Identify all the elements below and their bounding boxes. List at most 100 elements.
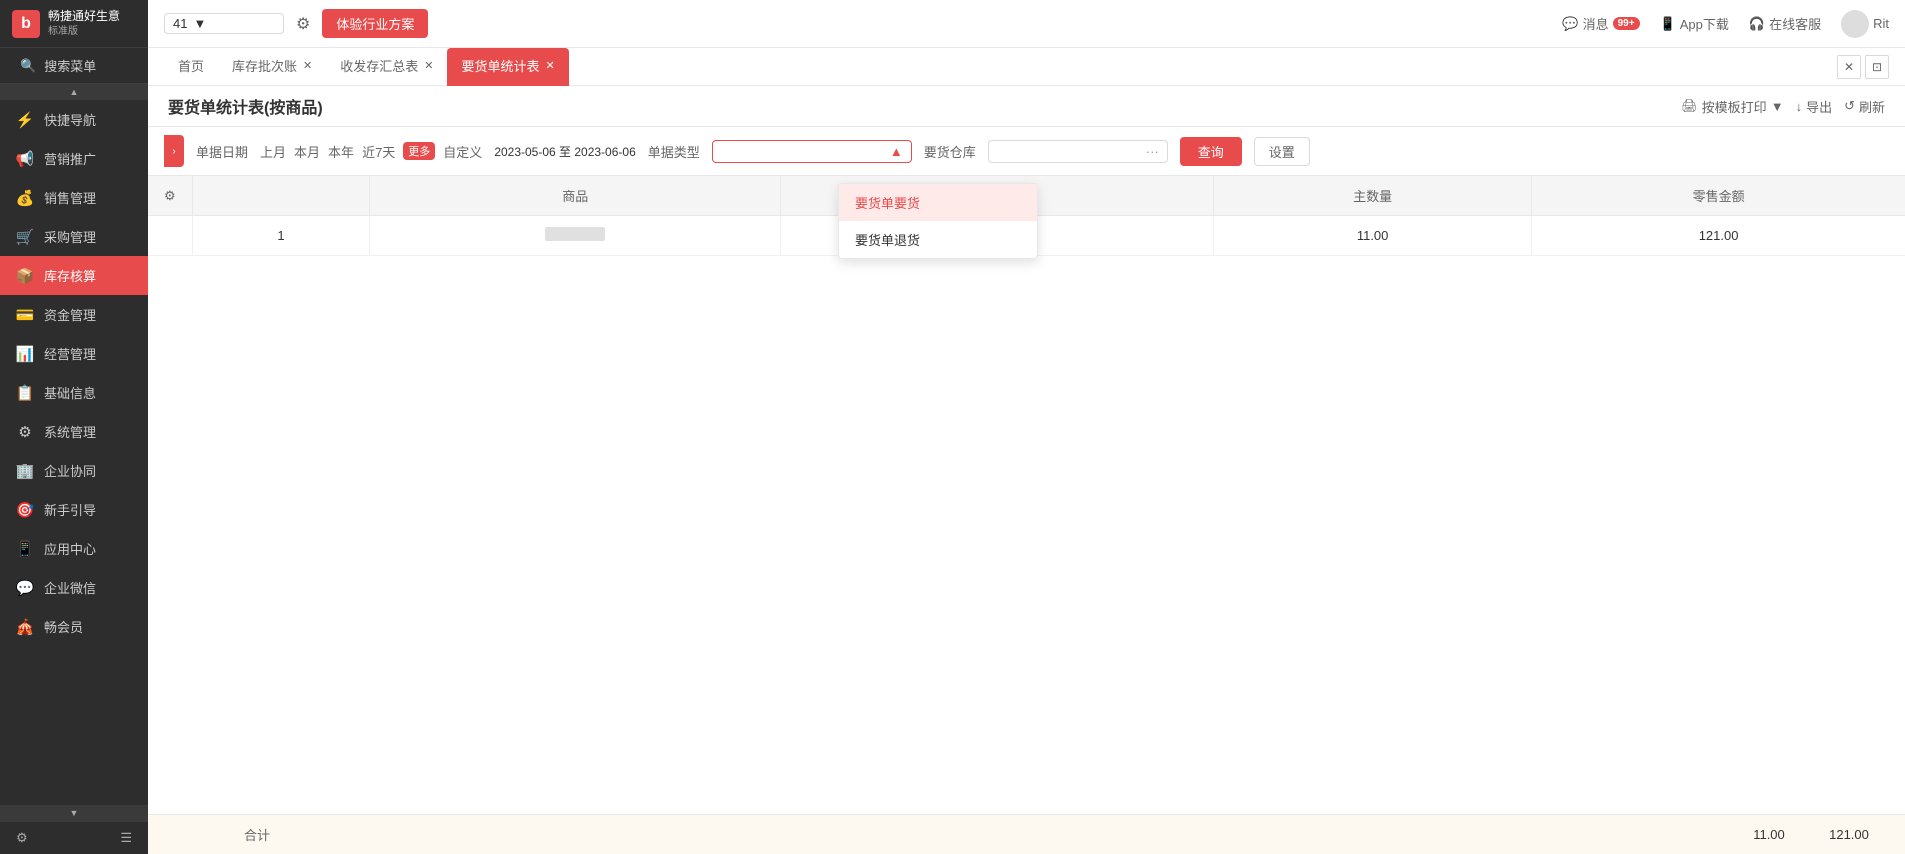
filter-bar: › 单据日期 上月 本月 本年 近7天 更多 自定义 2023-05-06 至 … (148, 127, 1905, 176)
page-container: 要货单统计表(按商品) 🖨 按模板打印 ▼ ↓ 导出 ↺ 刷新 › (148, 86, 1905, 854)
table-settings-col[interactable]: ⚙ (148, 176, 192, 216)
wechat-icon: 💬 (16, 579, 34, 597)
tab-close-collection-summary[interactable]: ✕ (424, 59, 433, 72)
sidebar-scroll-down[interactable]: ▼ (0, 805, 148, 821)
warehouse-more-icon: ··· (1146, 144, 1159, 159)
sidebar-item-enterprise[interactable]: 🏢 企业协同 (0, 451, 148, 490)
sidebar-item-label-system: 系统管理 (44, 422, 96, 441)
tab-close-batch-account[interactable]: ✕ (303, 59, 312, 72)
export-action[interactable]: ↓ 导出 (1796, 97, 1833, 116)
tab-close-order-stats[interactable]: ✕ (546, 59, 555, 72)
tab-collection-summary[interactable]: 收发存汇总表✕ (326, 48, 447, 86)
sidebar-search-label: 搜索菜单 (44, 56, 96, 75)
type-select[interactable]: ▲ (712, 140, 912, 163)
sidebar-scroll-up[interactable]: ▲ (0, 84, 148, 100)
basic-info-icon: 📋 (16, 384, 34, 402)
dropdown-item-purchase-order[interactable]: 要货单要货 (839, 184, 1037, 221)
sidebar-item-app-center[interactable]: 📱 应用中心 (0, 529, 148, 568)
date-range-display: 2023-05-06 至 2023-06-06 (494, 143, 635, 160)
dropdown-item-return-order[interactable]: 要货单退货 (839, 221, 1037, 258)
sidebar-item-finance[interactable]: 💳 资金管理 (0, 295, 148, 334)
sidebar-footer: ⚙ ☰ (0, 821, 148, 854)
page-title: 要货单统计表(按商品) (168, 94, 323, 118)
row-settings-0 (148, 216, 192, 256)
sidebar-item-marketing[interactable]: 📢 营销推广 (0, 139, 148, 178)
topbar-left: 41 ▼ ⚙ 体验行业方案 (164, 9, 428, 38)
last-7days-btn[interactable]: 近7天 (362, 142, 395, 161)
settings-icon[interactable]: ⚙ (16, 830, 28, 846)
print-action[interactable]: 🖨 按模板打印 ▼ (1681, 97, 1783, 116)
sidebar-item-sales[interactable]: 💰 销售管理 (0, 178, 148, 217)
tab-maximize[interactable]: ⊡ (1865, 55, 1889, 79)
sidebar-item-label-inventory: 库存核算 (44, 266, 96, 285)
table-container: ⚙ 商品 主计量单位 主数量 零售金额 1 块 11.00 121.00 (148, 176, 1905, 814)
purchase-icon: 🛒 (16, 228, 34, 246)
sidebar-item-guide[interactable]: 🎯 新手引导 (0, 490, 148, 529)
tab-home[interactable]: 首页 (164, 48, 218, 86)
online-service-label: 在线客服 (1769, 14, 1821, 33)
footer-amount: 121.00 (1809, 827, 1889, 842)
sidebar-item-label-basic-info: 基础信息 (44, 383, 96, 402)
sidebar-item-inventory[interactable]: 📦 库存核算 (0, 256, 148, 295)
quick-nav-icon: ⚡ (16, 111, 34, 129)
export-label: 导出 (1806, 97, 1832, 116)
app-download-label: App下载 (1680, 14, 1729, 33)
page-header: 要货单统计表(按商品) 🖨 按模板打印 ▼ ↓ 导出 ↺ 刷新 (148, 86, 1905, 127)
last-month-btn[interactable]: 上月 (260, 142, 286, 161)
custom-date-btn[interactable]: 自定义 (443, 142, 482, 161)
this-month-btn[interactable]: 本月 (294, 142, 320, 161)
row-quantity-0: 11.00 (1214, 216, 1532, 256)
row-product-0 (370, 216, 781, 256)
operations-icon: 📊 (16, 345, 34, 363)
system-icon: ⚙ (16, 423, 34, 441)
tab-close-all[interactable]: ✕ (1837, 55, 1861, 79)
collapse-icon[interactable]: ☰ (120, 830, 132, 846)
message-label: 消息 (1583, 14, 1609, 33)
sidebar-item-purchase[interactable]: 🛒 采购管理 (0, 217, 148, 256)
refresh-label: 刷新 (1859, 97, 1885, 116)
tab-batch-account[interactable]: 库存批次账✕ (218, 48, 326, 86)
sidebar-item-quick-nav[interactable]: ⚡ 快捷导航 (0, 100, 148, 139)
sidebar-search[interactable]: 🔍 搜索菜单 (0, 48, 148, 84)
sidebar-item-wechat[interactable]: 💬 企业微信 (0, 568, 148, 607)
table-settings-button[interactable]: 设置 (1254, 137, 1310, 166)
tabs-right-controls: ✕ ⊡ (1837, 55, 1889, 79)
filter-expand-button[interactable]: › (164, 135, 184, 167)
message-icon: 💬 (1562, 16, 1578, 32)
topbar: 41 ▼ ⚙ 体验行业方案 💬 消息 99+ 📱 App下载 🎧 在线客服 (148, 0, 1905, 48)
table-amount-col: 零售金额 (1532, 176, 1905, 216)
topbar-settings-icon[interactable]: ⚙ (296, 14, 310, 34)
promo-button[interactable]: 体验行业方案 (322, 9, 428, 38)
query-button[interactable]: 查询 (1180, 137, 1242, 166)
tab-label-order-stats: 要货单统计表 (461, 56, 539, 75)
online-service-item[interactable]: 🎧 在线客服 (1749, 14, 1821, 33)
sidebar-item-membership[interactable]: 🎪 畅会员 (0, 607, 148, 646)
sidebar-item-basic-info[interactable]: 📋 基础信息 (0, 373, 148, 412)
user-avatar-item[interactable]: Rit (1841, 10, 1889, 38)
sidebar-item-label-guide: 新手引导 (44, 500, 96, 519)
phone-icon: 📱 (1660, 16, 1676, 32)
company-count: 41 (173, 16, 187, 31)
sidebar-item-system[interactable]: ⚙ 系统管理 (0, 412, 148, 451)
type-select-arrow-icon: ▲ (890, 144, 903, 159)
messages-item[interactable]: 💬 消息 99+ (1562, 14, 1639, 33)
this-year-btn[interactable]: 本年 (328, 142, 354, 161)
sidebar-item-label-wechat: 企业微信 (44, 578, 96, 597)
row-amount-0: 121.00 (1532, 216, 1905, 256)
app-logo: b 畅捷通好生意 标准版 (0, 0, 148, 48)
more-shortcuts-badge[interactable]: 更多 (403, 142, 435, 160)
refresh-icon: ↺ (1844, 98, 1855, 114)
warehouse-select[interactable]: ··· (988, 140, 1168, 163)
tab-label-home: 首页 (178, 56, 204, 75)
app-download-item[interactable]: 📱 App下载 (1660, 14, 1729, 33)
warehouse-filter-label: 要货仓库 (924, 142, 976, 161)
refresh-action[interactable]: ↺ 刷新 (1844, 97, 1885, 116)
tab-order-stats[interactable]: 要货单统计表 ✕ (447, 48, 568, 86)
sales-icon: 💰 (16, 189, 34, 207)
sidebar-item-label-membership: 畅会员 (44, 617, 83, 636)
date-filter-label: 单据日期 (196, 142, 248, 161)
company-selector[interactable]: 41 ▼ (164, 13, 284, 34)
footer-total-label: 合计 (244, 825, 270, 844)
sidebar-item-operations[interactable]: 📊 经营管理 (0, 334, 148, 373)
table-footer: 合计 11.00 121.00 (148, 814, 1905, 854)
